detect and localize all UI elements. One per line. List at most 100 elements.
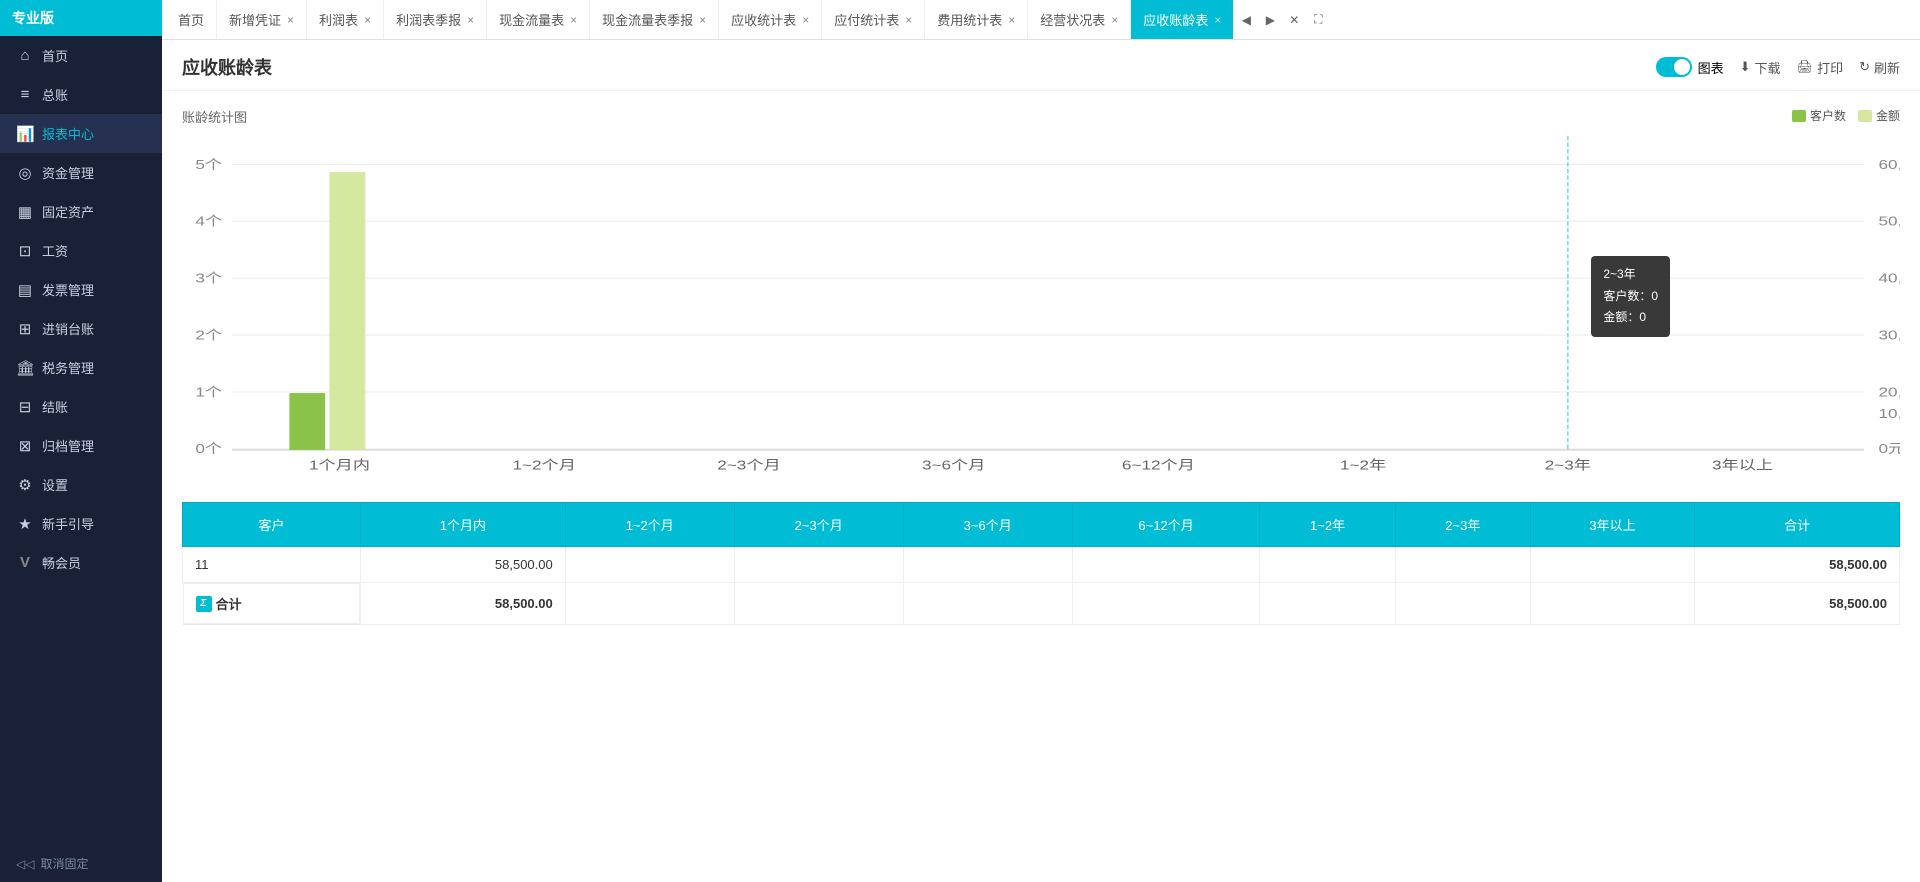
tab-cashflow-quarter[interactable]: 现金流量表季报 × <box>590 0 719 40</box>
col-y3plus: 3年以上 <box>1530 503 1694 547</box>
tab-voucher[interactable]: 新增凭证 × <box>217 0 307 40</box>
svg-text:1个月内: 1个月内 <box>309 458 370 473</box>
sidebar-item-salary[interactable]: ⊡ 工资 <box>0 231 162 270</box>
tab-expense-stats-label: 费用统计表 <box>937 10 1002 29</box>
legend-amount-color <box>1858 110 1872 122</box>
tab-profit-quarter[interactable]: 利润表季报 × <box>384 0 487 40</box>
tab-payable-stats-close[interactable]: × <box>905 13 912 27</box>
page-header: 应收账龄表 图表 ⬇ 下载 🖨 打印 ↻ 刷新 <box>162 40 1920 91</box>
tab-profit[interactable]: 利润表 × <box>307 0 384 40</box>
tab-scroll-right[interactable]: ▶ <box>1258 0 1282 40</box>
sidebar-item-home[interactable]: ⌂ 首页 <box>0 36 162 75</box>
sidebar-item-guide[interactable]: ★ 新手引导 <box>0 504 162 543</box>
svg-text:20,000.00元: 20,000.00元 <box>1879 385 1900 400</box>
print-button[interactable]: 🖨 打印 <box>1797 58 1844 77</box>
tab-payable-stats[interactable]: 应付统计表 × <box>822 0 925 40</box>
download-icon: ⬇ <box>1740 59 1751 75</box>
svg-text:3~6个月: 3~6个月 <box>922 458 985 473</box>
closing-icon: ⊟ <box>16 398 34 416</box>
toggle-switch-control[interactable] <box>1656 57 1692 77</box>
svg-text:4个: 4个 <box>195 215 222 230</box>
sidebar: 专业版 ⌂ 首页 ≡ 总账 📊 报表中心 ◎ 资金管理 ▦ 固定资产 ⊡ 工资 … <box>0 0 162 882</box>
tab-profit-close[interactable]: × <box>364 13 371 27</box>
chart-toggle[interactable]: 图表 <box>1656 57 1724 77</box>
funds-icon: ◎ <box>16 164 34 182</box>
row-y12 <box>1260 547 1395 583</box>
tab-home-label: 首页 <box>178 10 204 29</box>
tab-expense-stats-close[interactable]: × <box>1008 13 1015 27</box>
total-m23 <box>734 583 903 625</box>
data-table: 客户 1个月内 1~2个月 2~3个月 3~6个月 6~12个月 1~2年 2~… <box>182 502 1900 625</box>
total-total: 58,500.00 <box>1695 583 1900 625</box>
tab-business-status[interactable]: 经营状况表 × <box>1028 0 1131 40</box>
tab-cashflow[interactable]: 现金流量表 × <box>487 0 590 40</box>
row-y23 <box>1395 547 1530 583</box>
sidebar-item-ledger[interactable]: ≡ 总账 <box>0 75 162 114</box>
table-header-row: 客户 1个月内 1~2个月 2~3个月 3~6个月 6~12个月 1~2年 2~… <box>183 503 1900 547</box>
tab-maximize[interactable]: ⛶ <box>1306 0 1330 40</box>
col-y23: 2~3年 <box>1395 503 1530 547</box>
col-m612: 6~12个月 <box>1072 503 1260 547</box>
refresh-label: 刷新 <box>1874 58 1900 77</box>
total-m12 <box>565 583 734 625</box>
tab-cashflow-close[interactable]: × <box>570 13 577 27</box>
refresh-button[interactable]: ↻ 刷新 <box>1859 58 1900 77</box>
sidebar-item-invoice-label: 发票管理 <box>42 280 94 299</box>
sidebar-item-vip[interactable]: V 畅会员 <box>0 543 162 582</box>
sidebar-item-salary-label: 工资 <box>42 241 68 260</box>
sidebar-item-closing[interactable]: ⊟ 结账 <box>0 387 162 426</box>
col-m12: 1~2个月 <box>565 503 734 547</box>
legend-customer: 客户数 <box>1792 107 1846 124</box>
total-m36 <box>903 583 1072 625</box>
tab-business-status-close[interactable]: × <box>1111 13 1118 27</box>
salary-icon: ⊡ <box>16 242 34 260</box>
tab-expense-stats[interactable]: 费用统计表 × <box>925 0 1028 40</box>
home-icon: ⌂ <box>16 47 34 64</box>
total-m1: 58,500.00 <box>360 583 565 625</box>
col-y12: 1~2年 <box>1260 503 1395 547</box>
unpin-icon: ◁◁ <box>16 857 34 871</box>
refresh-icon: ↻ <box>1859 59 1870 75</box>
sidebar-item-tax-label: 税务管理 <box>42 358 94 377</box>
row-m36 <box>903 547 1072 583</box>
invoice-icon: ▤ <box>16 281 34 299</box>
header-actions: 图表 ⬇ 下载 🖨 打印 ↻ 刷新 <box>1656 57 1900 77</box>
tab-receivable-stats[interactable]: 应收统计表 × <box>719 0 822 40</box>
tab-payable-stats-label: 应付统计表 <box>834 10 899 29</box>
sidebar-item-home-label: 首页 <box>42 46 68 65</box>
svg-text:50,000.00元: 50,000.00元 <box>1879 215 1900 230</box>
sidebar-item-tax[interactable]: 🏛 税务管理 <box>0 348 162 387</box>
sidebar-item-funds-label: 资金管理 <box>42 163 94 182</box>
sidebar-item-assets[interactable]: ▦ 固定资产 <box>0 192 162 231</box>
page-title: 应收账龄表 <box>182 54 272 80</box>
row-customer: 11 <box>183 547 361 583</box>
sidebar-item-invoice[interactable]: ▤ 发票管理 <box>0 270 162 309</box>
tab-voucher-close[interactable]: × <box>287 13 294 27</box>
sidebar-item-funds[interactable]: ◎ 资金管理 <box>0 153 162 192</box>
tab-receivable-stats-close[interactable]: × <box>802 13 809 27</box>
sidebar-item-settings[interactable]: ⚙ 设置 <box>0 465 162 504</box>
svg-text:10,000.00元: 10,000.00元 <box>1879 407 1900 422</box>
svg-text:40,000.00元: 40,000.00元 <box>1879 271 1900 286</box>
tab-home[interactable]: 首页 <box>166 0 217 40</box>
download-button[interactable]: ⬇ 下载 <box>1740 58 1781 77</box>
svg-text:6~12个月: 6~12个月 <box>1122 458 1195 473</box>
tab-cashflow-quarter-close[interactable]: × <box>699 13 706 27</box>
sidebar-item-archive[interactable]: ⊠ 归档管理 <box>0 426 162 465</box>
sidebar-item-stock[interactable]: ⊞ 进销台账 <box>0 309 162 348</box>
col-total: 合计 <box>1695 503 1900 547</box>
unpin-button[interactable]: ◁◁ 取消固定 <box>0 845 162 882</box>
svg-text:2~3年: 2~3年 <box>1545 458 1591 473</box>
sidebar-item-reports[interactable]: 📊 报表中心 <box>0 114 162 153</box>
total-m612 <box>1072 583 1260 625</box>
col-m36: 3~6个月 <box>903 503 1072 547</box>
chart-title: 账龄统计图 <box>182 107 1900 126</box>
assets-icon: ▦ <box>16 203 34 221</box>
tab-profit-quarter-close[interactable]: × <box>467 13 474 27</box>
tab-close-all[interactable]: ✕ <box>1282 0 1306 40</box>
tab-aging[interactable]: 应收账龄表 × <box>1131 0 1234 40</box>
tab-aging-close[interactable]: × <box>1214 13 1221 27</box>
tab-scroll-left[interactable]: ◀ <box>1234 0 1258 40</box>
svg-text:3年以上: 3年以上 <box>1712 458 1773 473</box>
col-customer: 客户 <box>183 503 361 547</box>
